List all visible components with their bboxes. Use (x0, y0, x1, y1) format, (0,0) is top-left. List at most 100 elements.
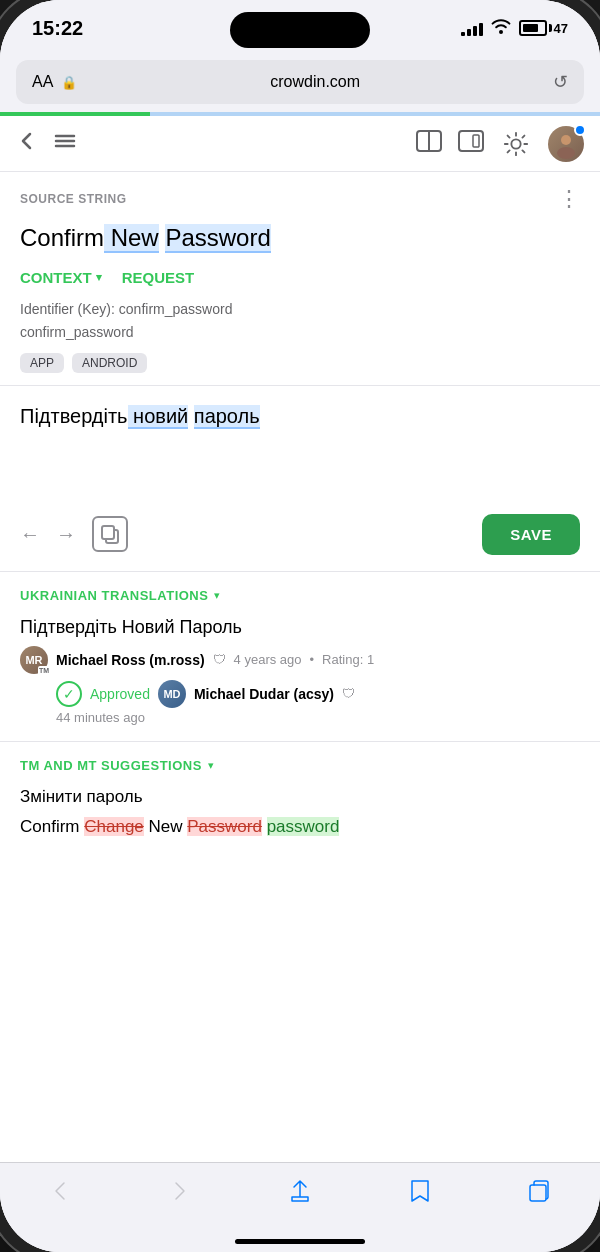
meta-separator: • (310, 652, 315, 667)
svg-rect-6 (473, 135, 479, 147)
suggestion-text-1: Змінити пароль (20, 787, 580, 807)
highlight-new: New (104, 224, 159, 253)
key-line: confirm_password (20, 321, 580, 343)
source-string-text: Confirm New Password (20, 222, 580, 253)
bottom-nav (0, 1173, 600, 1209)
home-indicator (235, 1239, 365, 1244)
context-tags: APP ANDROID (20, 353, 580, 373)
approver-badge-icon: 🛡 (342, 686, 355, 701)
signal-bar-1 (461, 32, 465, 36)
avatar-badge (574, 124, 586, 136)
url-text[interactable]: crowdin.com (85, 73, 545, 91)
phone-screen: 15:22 (0, 0, 600, 1252)
approver-name: Michael Dudar (acsy) (194, 686, 334, 702)
bottom-share-button[interactable] (278, 1173, 322, 1209)
suggestions-chevron: ▾ (208, 759, 214, 772)
bottom-bookmarks-button[interactable] (398, 1173, 442, 1209)
battery-number: 47 (554, 21, 568, 36)
signal-bar-4 (479, 23, 483, 36)
trans-toolbar-left: ← → (20, 516, 128, 552)
more-button[interactable]: ⋮ (558, 188, 580, 210)
source-string-header: SOURCE STRING ⋮ (20, 188, 580, 210)
sug-deleted-2: Password (187, 817, 262, 836)
verified-icon: 🛡 (213, 652, 226, 667)
suggestion-item-2: Confirm Change New Password password (20, 817, 580, 837)
context-info: Identifier (Key): confirm_password confi… (20, 298, 580, 343)
approval-time: 44 minutes ago (56, 710, 580, 725)
split-right-icon[interactable] (458, 130, 484, 158)
ukrainian-translations-section: UKRAINIAN TRANSLATIONS ▾ Підтвердіть Нов… (0, 572, 600, 742)
ukrainian-translations-label: UKRAINIAN TRANSLATIONS (20, 588, 208, 603)
context-tab[interactable]: CONTEXT ▾ (20, 269, 102, 286)
browser-toolbar (0, 116, 600, 172)
tag-android[interactable]: ANDROID (72, 353, 147, 373)
approved-label: Approved (90, 686, 150, 702)
highlight-noviy: новий (128, 405, 189, 429)
sug-deleted-1: Change (84, 817, 144, 836)
svg-point-8 (561, 135, 571, 145)
suggestion-item-1: Змінити пароль (20, 787, 580, 807)
suggestions-header[interactable]: TM AND MT SUGGESTIONS ▾ (20, 758, 580, 773)
menu-icon[interactable] (54, 130, 76, 158)
next-translation-button[interactable]: → (56, 523, 76, 546)
translation-text-content: Підтвердіть новий пароль (20, 405, 260, 429)
approver-avatar: MD (158, 680, 186, 708)
highlight-parol: пароль (194, 405, 260, 429)
tag-app[interactable]: APP (20, 353, 64, 373)
gear-icon (503, 131, 529, 157)
dynamic-island (230, 12, 370, 48)
svg-rect-12 (530, 1185, 546, 1201)
prev-translation-button[interactable]: ← (20, 523, 40, 546)
identifier-line: Identifier (Key): confirm_password (20, 298, 580, 320)
translation-toolbar: ← → SAVE (20, 502, 580, 555)
svg-point-7 (511, 139, 520, 148)
battery-fill (523, 24, 538, 32)
sug-prefix: Confirm (20, 817, 80, 836)
translations-chevron: ▾ (214, 589, 220, 602)
approver-initials: MD (163, 688, 180, 700)
signal-bar-3 (473, 26, 477, 36)
main-content: SOURCE STRING ⋮ Confirm New Password CON… (0, 172, 600, 1162)
aa-text[interactable]: AA (32, 73, 53, 91)
ukrainian-translations-header[interactable]: UKRAINIAN TRANSLATIONS ▾ (20, 588, 580, 603)
signal-bar-2 (467, 29, 471, 36)
phone-frame: 15:22 (0, 0, 600, 1252)
sug-middle: New (149, 817, 188, 836)
copy-button[interactable] (92, 516, 128, 552)
battery-icon: 47 (519, 20, 568, 36)
suggestion-text-2: Confirm Change New Password password (20, 817, 580, 837)
signal-bars (461, 20, 483, 36)
translation-input-section[interactable]: Підтвердіть новий пароль ← → SAVE (0, 386, 600, 572)
request-tab[interactable]: REQUEST (122, 269, 195, 286)
reload-icon[interactable]: ↺ (553, 71, 568, 93)
suggestions-section: TM AND MT SUGGESTIONS ▾ Змінити пароль C… (0, 742, 600, 837)
author-name: Michael Ross (m.ross) (56, 652, 205, 668)
translation-item-1: Підтвердіть Новий Пароль MR TM Michael R… (20, 617, 580, 725)
request-tab-label: REQUEST (122, 269, 195, 286)
highlight-password: Password (165, 224, 270, 253)
checkmark-icon: ✓ (63, 686, 75, 702)
bottom-forward-button[interactable] (158, 1173, 202, 1209)
settings-icon-btn[interactable] (500, 128, 532, 160)
approval-row: ✓ Approved MD Michael Dudar (acsy) 🛡 (56, 680, 580, 708)
battery-tip (549, 24, 552, 32)
tm-badge: TM (38, 666, 50, 676)
context-tab-label: CONTEXT (20, 269, 92, 286)
save-button[interactable]: SAVE (482, 514, 580, 555)
bottom-tabs-button[interactable] (518, 1173, 562, 1209)
source-string-section: SOURCE STRING ⋮ Confirm New Password CON… (0, 172, 600, 386)
split-left-icon[interactable] (416, 130, 442, 158)
wifi-icon (491, 18, 511, 38)
status-icons: 47 (461, 18, 568, 38)
bottom-back-button[interactable] (38, 1173, 82, 1209)
status-time: 15:22 (32, 17, 83, 40)
user-avatar-button[interactable] (548, 126, 584, 162)
translation-text[interactable]: Підтвердіть новий пароль (20, 402, 580, 482)
address-bar-inner[interactable]: AA 🔒 crowdin.com ↺ (16, 60, 584, 104)
back-icon[interactable] (16, 130, 38, 158)
svg-rect-11 (102, 526, 114, 539)
lock-icon: 🔒 (61, 75, 77, 90)
translation-item-text: Підтвердіть Новий Пароль (20, 617, 580, 638)
svg-point-9 (557, 147, 575, 159)
author-avatar: MR TM (20, 646, 48, 674)
